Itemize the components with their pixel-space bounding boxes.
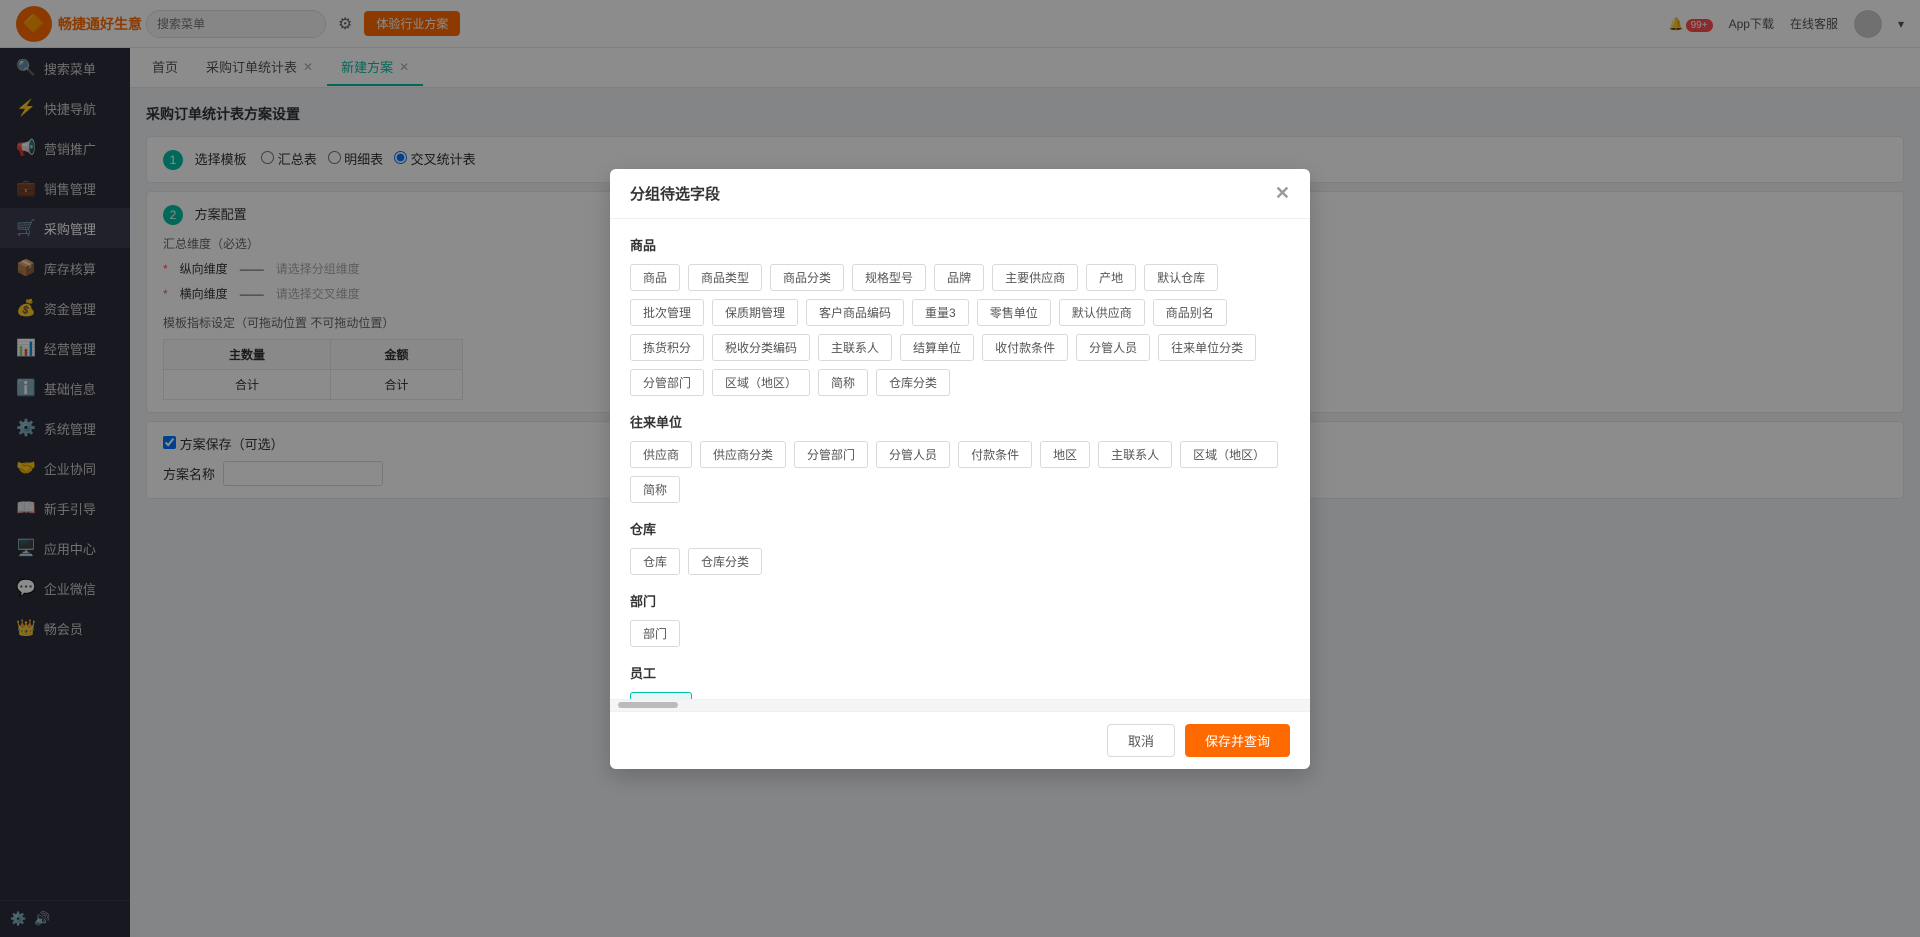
field-tag[interactable]: 保质期管理 <box>712 299 798 326</box>
field-tag[interactable]: 仓库分类 <box>688 548 762 575</box>
field-tag[interactable]: 付款条件 <box>958 441 1032 468</box>
field-tag[interactable]: 商品分类 <box>770 264 844 291</box>
field-tag[interactable]: 仓库 <box>630 548 680 575</box>
modal-overlay: 分组待选字段 ✕ 商品 商品 商品类型 商品分类 规格型号 品牌 主要供应商 产… <box>0 0 1920 937</box>
field-group-employee: 员工 业务员 <box>630 663 1290 699</box>
field-group-product: 商品 商品 商品类型 商品分类 规格型号 品牌 主要供应商 产地 默认仓库 批次… <box>630 235 1290 396</box>
field-group-employee-title: 员工 <box>630 663 1290 682</box>
confirm-button[interactable]: 保存并查询 <box>1185 724 1290 757</box>
warehouse-tags: 仓库 仓库分类 <box>630 548 1290 575</box>
field-tag[interactable]: 品牌 <box>934 264 984 291</box>
field-tag[interactable]: 简称 <box>630 476 680 503</box>
field-group-warehouse: 仓库 仓库 仓库分类 <box>630 519 1290 575</box>
field-group-partner-title: 往来单位 <box>630 412 1290 431</box>
field-group-department-title: 部门 <box>630 591 1290 610</box>
field-tag[interactable]: 税收分类编码 <box>712 334 810 361</box>
field-tag[interactable]: 默认仓库 <box>1144 264 1218 291</box>
field-tag[interactable]: 部门 <box>630 620 680 647</box>
field-tag[interactable]: 默认供应商 <box>1059 299 1145 326</box>
field-tag[interactable]: 零售单位 <box>977 299 1051 326</box>
field-tag[interactable]: 重量3 <box>912 299 969 326</box>
field-tag[interactable]: 商品 <box>630 264 680 291</box>
field-tag[interactable]: 拣货积分 <box>630 334 704 361</box>
field-group-product-title: 商品 <box>630 235 1290 254</box>
modal-horizontal-scrollbar[interactable] <box>610 699 1310 711</box>
modal-title: 分组待选字段 <box>630 183 720 204</box>
field-tag[interactable]: 结算单位 <box>900 334 974 361</box>
field-tag[interactable]: 仓库分类 <box>876 369 950 396</box>
field-tag-employee[interactable]: 业务员 <box>630 692 692 699</box>
modal-close-icon[interactable]: ✕ <box>1275 183 1290 204</box>
field-tag[interactable]: 往来单位分类 <box>1158 334 1256 361</box>
field-tag[interactable]: 供应商分类 <box>700 441 786 468</box>
field-tag[interactable]: 区域（地区） <box>712 369 810 396</box>
field-tag[interactable]: 批次管理 <box>630 299 704 326</box>
employee-tags: 业务员 <box>630 692 1290 699</box>
field-group-department: 部门 部门 <box>630 591 1290 647</box>
field-tag[interactable]: 供应商 <box>630 441 692 468</box>
field-tag[interactable]: 产地 <box>1086 264 1136 291</box>
field-tag[interactable]: 地区 <box>1040 441 1090 468</box>
modal-footer: 取消 保存并查询 <box>610 711 1310 769</box>
field-tag[interactable]: 主联系人 <box>818 334 892 361</box>
field-tag[interactable]: 分管部门 <box>794 441 868 468</box>
field-tag[interactable]: 主要供应商 <box>992 264 1078 291</box>
field-tag[interactable]: 分管人员 <box>1076 334 1150 361</box>
modal-header: 分组待选字段 ✕ <box>610 169 1310 219</box>
cancel-button[interactable]: 取消 <box>1107 724 1175 757</box>
scrollbar-thumb <box>618 702 678 708</box>
modal: 分组待选字段 ✕ 商品 商品 商品类型 商品分类 规格型号 品牌 主要供应商 产… <box>610 169 1310 769</box>
field-group-partner: 往来单位 供应商 供应商分类 分管部门 分管人员 付款条件 地区 主联系人 区域… <box>630 412 1290 503</box>
field-tag[interactable]: 主联系人 <box>1098 441 1172 468</box>
field-tag[interactable]: 客户商品编码 <box>806 299 904 326</box>
partner-tags: 供应商 供应商分类 分管部门 分管人员 付款条件 地区 主联系人 区域（地区） … <box>630 441 1290 503</box>
field-tag[interactable]: 收付款条件 <box>982 334 1068 361</box>
field-tag[interactable]: 简称 <box>818 369 868 396</box>
field-tag[interactable]: 分管人员 <box>876 441 950 468</box>
field-tag[interactable]: 商品类型 <box>688 264 762 291</box>
field-tag[interactable]: 商品别名 <box>1153 299 1227 326</box>
field-group-warehouse-title: 仓库 <box>630 519 1290 538</box>
field-tag[interactable]: 分管部门 <box>630 369 704 396</box>
department-tags: 部门 <box>630 620 1290 647</box>
product-tags: 商品 商品类型 商品分类 规格型号 品牌 主要供应商 产地 默认仓库 批次管理 … <box>630 264 1290 396</box>
modal-body: 商品 商品 商品类型 商品分类 规格型号 品牌 主要供应商 产地 默认仓库 批次… <box>610 219 1310 699</box>
field-tag[interactable]: 区域（地区） <box>1180 441 1278 468</box>
field-tag[interactable]: 规格型号 <box>852 264 926 291</box>
